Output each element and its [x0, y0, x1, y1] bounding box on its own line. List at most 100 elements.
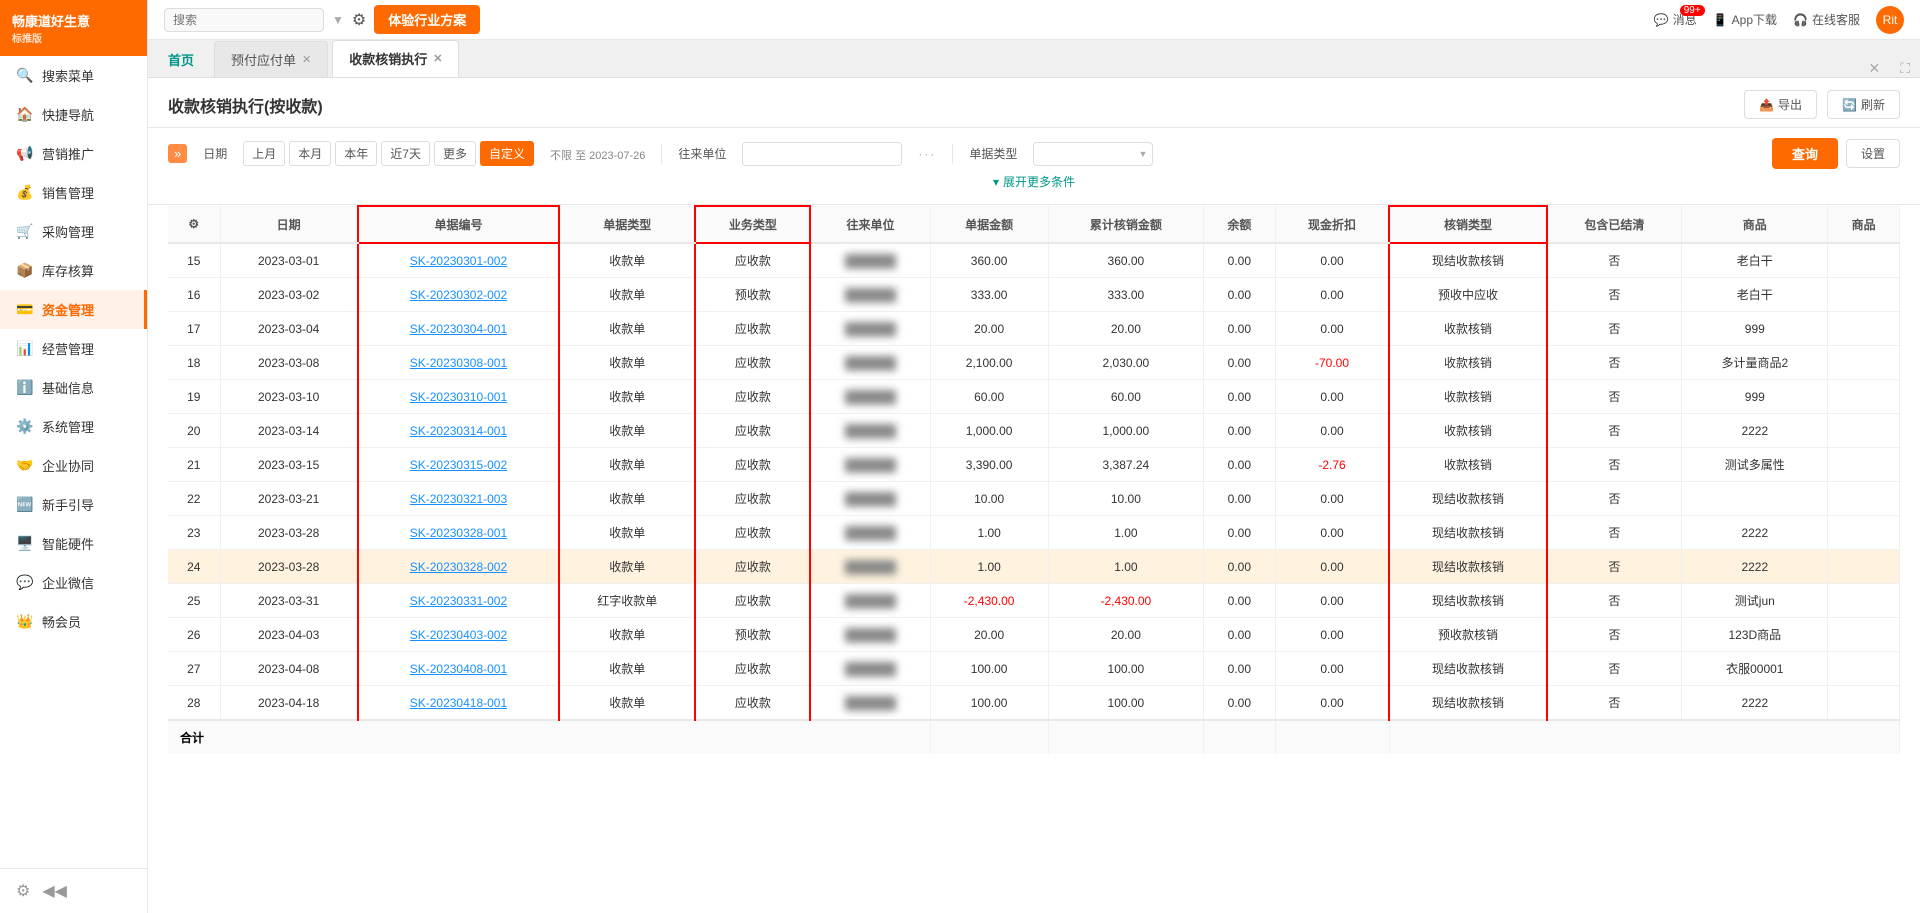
sidebar-item-inventory[interactable]: 📦 库存核算	[0, 251, 147, 290]
sidebar-item-system[interactable]: ⚙️ 系统管理	[0, 407, 147, 446]
cell-2[interactable]: SK-20230321-003	[358, 482, 559, 516]
sidebar-item-operation[interactable]: 📊 经营管理	[0, 329, 147, 368]
user-avatar[interactable]: Rit	[1876, 6, 1904, 34]
filter-toggle-icon[interactable]: »	[168, 144, 187, 163]
collapse-icon[interactable]: ◀◀	[42, 881, 67, 901]
sidebar-label-basic: 基础信息	[42, 378, 94, 397]
refresh-button[interactable]: 🔄 刷新	[1827, 90, 1900, 119]
cell-2[interactable]: SK-20230310-001	[358, 380, 559, 414]
cell-1: 2023-04-08	[220, 652, 358, 686]
cell-10: 预收中应收	[1389, 278, 1546, 312]
cell-3: 收款单	[559, 448, 695, 482]
cell-7: 100.00	[1048, 686, 1203, 721]
footer-discount	[1275, 720, 1389, 754]
partner-input[interactable]	[742, 142, 902, 166]
cell-5: ██████	[810, 652, 930, 686]
table-row: 182023-03-08SK-20230308-001收款单应收款██████2…	[168, 346, 1900, 380]
sidebar-item-search[interactable]: 🔍 搜索菜单	[0, 56, 147, 95]
online-service[interactable]: 🎧 在线客服	[1793, 11, 1860, 28]
cell-13	[1828, 346, 1900, 380]
cell-11: 否	[1547, 380, 1682, 414]
close-all-icon[interactable]: ✕	[1858, 60, 1890, 77]
topbar-search-input[interactable]	[164, 8, 324, 32]
cell-2[interactable]: SK-20230302-002	[358, 278, 559, 312]
cell-10: 现结收款核销	[1389, 243, 1546, 278]
sidebar-item-purchase[interactable]: 🛒 采购管理	[0, 212, 147, 251]
date-btn-custom[interactable]: 自定义	[480, 141, 534, 166]
settings-bottom-icon[interactable]: ⚙	[16, 881, 30, 901]
tab-receipt-close[interactable]: ✕	[433, 52, 442, 65]
cell-2[interactable]: SK-20230328-001	[358, 516, 559, 550]
date-btn-this-year[interactable]: 本年	[335, 141, 377, 166]
col-header-11: 包含已结清	[1547, 206, 1682, 243]
cell-8: 0.00	[1204, 346, 1276, 380]
sidebar-label-purchase: 采购管理	[42, 222, 94, 241]
cell-2[interactable]: SK-20230328-002	[358, 550, 559, 584]
sidebar-item-corp[interactable]: 🤝 企业协同	[0, 446, 147, 485]
filter-settings-button[interactable]: 设置	[1846, 139, 1900, 168]
cell-12: 2222	[1682, 686, 1828, 721]
cell-2[interactable]: SK-20230304-001	[358, 312, 559, 346]
cell-7: 60.00	[1048, 380, 1203, 414]
cell-4: 预收款	[695, 278, 810, 312]
cell-2[interactable]: SK-20230301-002	[358, 243, 559, 278]
cell-3: 收款单	[559, 618, 695, 652]
query-button[interactable]: 查询	[1772, 138, 1838, 169]
maximize-icon[interactable]: ⛶	[1890, 60, 1920, 77]
gear-icon[interactable]: ⚙	[352, 10, 366, 30]
sidebar-item-hardware[interactable]: 🖥️ 智能硬件	[0, 524, 147, 563]
export-button[interactable]: 📤 导出	[1744, 90, 1817, 119]
sidebar-item-marketing[interactable]: 📢 营销推广	[0, 134, 147, 173]
cell-1: 2023-04-03	[220, 618, 358, 652]
cell-2[interactable]: SK-20230408-001	[358, 652, 559, 686]
table-row: 262023-04-03SK-20230403-002收款单预收款██████2…	[168, 618, 1900, 652]
cell-2[interactable]: SK-20230418-001	[358, 686, 559, 721]
date-btn-last-month[interactable]: 上月	[243, 141, 285, 166]
industry-solution-button[interactable]: 体验行业方案	[374, 5, 480, 34]
cell-6: 20.00	[930, 618, 1048, 652]
sidebar-icon-operation: 📊	[16, 340, 34, 358]
topbar-dropdown-arrow[interactable]: ▼	[332, 13, 344, 27]
cell-10: 现结收款核销	[1389, 482, 1546, 516]
tab-prepay-close[interactable]: ✕	[302, 53, 311, 66]
tab-receipt[interactable]: 收款核销执行 ✕	[332, 40, 459, 77]
table-footer-row: 合计	[168, 720, 1900, 754]
sidebar-item-member[interactable]: 👑 畅会员	[0, 602, 147, 641]
cell-2[interactable]: SK-20230308-001	[358, 346, 559, 380]
tab-home[interactable]: 首页	[152, 42, 210, 77]
sidebar-item-quick[interactable]: 🏠 快捷导航	[0, 95, 147, 134]
cell-5: ██████	[810, 414, 930, 448]
cell-11: 否	[1547, 652, 1682, 686]
cell-7: -2,430.00	[1048, 584, 1203, 618]
date-btn-last-7days[interactable]: 近7天	[381, 141, 430, 166]
cell-3: 收款单	[559, 312, 695, 346]
expand-bar[interactable]: ▾ 展开更多条件	[168, 169, 1900, 194]
sidebar-item-guide[interactable]: 🆕 新手引导	[0, 485, 147, 524]
app-download[interactable]: 📱 App下载	[1713, 11, 1777, 28]
message-badge-container[interactable]: 💬 消息 99+	[1654, 11, 1697, 28]
sidebar-item-sales[interactable]: 💰 销售管理	[0, 173, 147, 212]
cell-5: ██████	[810, 243, 930, 278]
cell-0: 21	[168, 448, 220, 482]
cell-11: 否	[1547, 618, 1682, 652]
cell-2[interactable]: SK-20230403-002	[358, 618, 559, 652]
cell-5: ██████	[810, 686, 930, 721]
table-row: 282023-04-18SK-20230418-001收款单应收款██████1…	[168, 686, 1900, 721]
tab-prepay[interactable]: 预付应付单 ✕	[214, 41, 328, 77]
sidebar-item-wechat[interactable]: 💬 企业微信	[0, 563, 147, 602]
voucher-type-select[interactable]	[1033, 142, 1153, 166]
date-btn-this-month[interactable]: 本月	[289, 141, 331, 166]
cell-5: ██████	[810, 482, 930, 516]
col-header-0: ⚙	[168, 206, 220, 243]
cell-2[interactable]: SK-20230315-002	[358, 448, 559, 482]
sidebar-item-finance[interactable]: 💳 资金管理	[0, 290, 147, 329]
cell-1: 2023-03-08	[220, 346, 358, 380]
sidebar-item-basic[interactable]: ℹ️ 基础信息	[0, 368, 147, 407]
cell-1: 2023-03-28	[220, 516, 358, 550]
more-options-dots[interactable]: ···	[918, 147, 936, 161]
header-actions: 📤 导出 🔄 刷新	[1744, 90, 1900, 119]
data-table: ⚙日期单据编号单据类型业务类型往来单位单据金额累计核销金额余额现金折扣核销类型包…	[168, 205, 1900, 754]
cell-2[interactable]: SK-20230331-002	[358, 584, 559, 618]
date-btn-more[interactable]: 更多	[434, 141, 476, 166]
cell-2[interactable]: SK-20230314-001	[358, 414, 559, 448]
